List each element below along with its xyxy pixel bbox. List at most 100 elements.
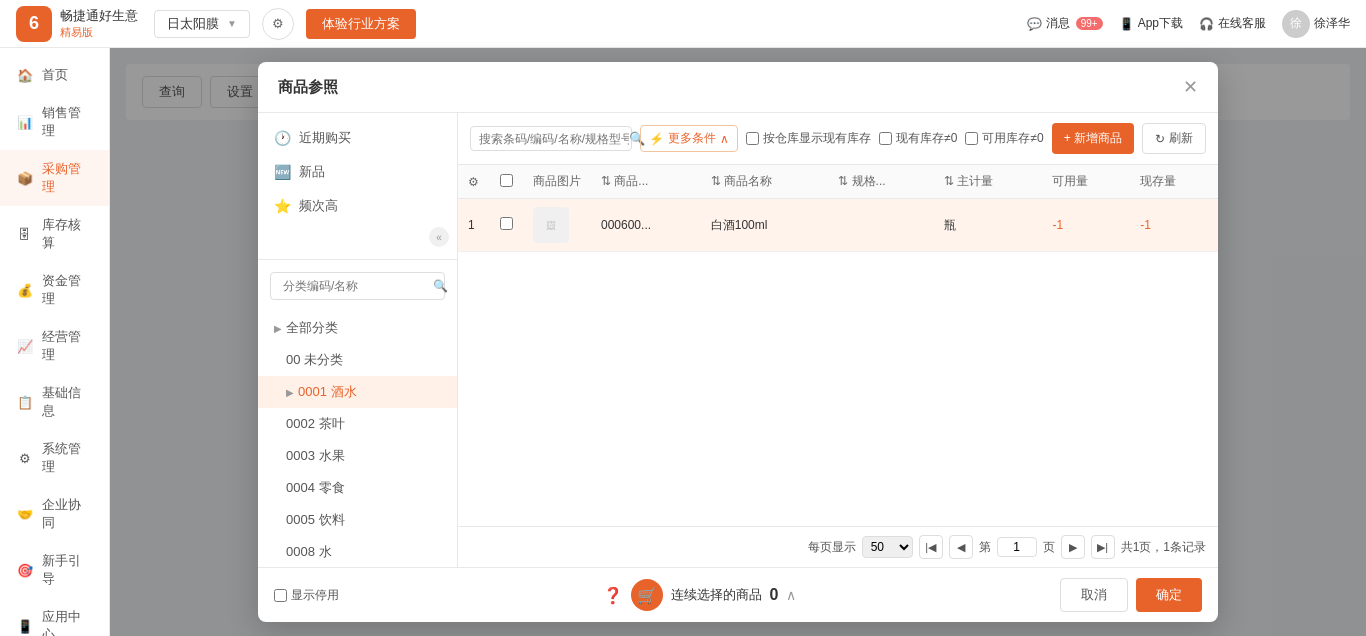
first-page-button[interactable]: |◀ — [919, 535, 943, 559]
new-items-item[interactable]: 🆕 新品 — [258, 155, 457, 189]
trial-button[interactable]: 体验行业方案 — [306, 9, 416, 39]
category-0005[interactable]: 0005 饮料 — [258, 504, 457, 536]
sidebar-item-basic-info[interactable]: 📋 基础信息 — [0, 374, 109, 430]
operations-icon: 📈 — [16, 337, 34, 355]
settings-icon[interactable]: ⚙ — [262, 8, 294, 40]
sidebar-item-purchase[interactable]: 📦 采购管理 — [0, 150, 109, 206]
refresh-button[interactable]: ↻ 刷新 — [1142, 123, 1206, 154]
filter-button[interactable]: ⚡ 更多条件 ∧ — [640, 125, 738, 152]
checkbox-stock-nonzero-input[interactable] — [879, 132, 892, 145]
table-header-row: ⚙ 商品图片 ⇅ 商品... — [458, 165, 1218, 199]
cart-count: 0 — [770, 586, 779, 604]
messages-btn[interactable]: 💬 消息 99+ — [1027, 15, 1103, 32]
footer-buttons: 取消 确定 — [1060, 578, 1202, 612]
collapse-button[interactable]: « — [429, 227, 449, 247]
sidebar-item-home[interactable]: 🏠 首页 — [0, 56, 109, 94]
sidebar-item-sales[interactable]: 📊 销售管理 — [0, 94, 109, 150]
sidebar-item-enterprise[interactable]: 🤝 企业协同 — [0, 486, 109, 542]
modal-right-panel: 🔍 ⚡ 更多条件 ∧ 按仓库显示现有库存 — [458, 113, 1218, 567]
checkbox-by-warehouse[interactable]: 按仓库显示现有库存 — [746, 130, 871, 147]
basic-info-icon: 📋 — [16, 393, 34, 411]
modal-toolbar: 🔍 ⚡ 更多条件 ∧ 按仓库显示现有库存 — [458, 113, 1218, 165]
category-search-input[interactable] — [283, 279, 433, 293]
messages-badge: 99+ — [1076, 17, 1103, 30]
sidebar-item-operations[interactable]: 📈 经营管理 — [0, 318, 109, 374]
nav-selector[interactable]: 日太阳膜 ▼ — [154, 10, 250, 38]
category-0004[interactable]: 0004 零食 — [258, 472, 457, 504]
show-disabled-input[interactable] — [274, 589, 287, 602]
category-0001[interactable]: ▶ 0001 酒水 — [258, 376, 457, 408]
per-page-select[interactable]: 50 10 20 100 — [862, 536, 913, 558]
row-name: 白酒100ml — [701, 199, 828, 252]
checkbox-available-nonzero[interactable]: 可用库存≠0 — [965, 130, 1043, 147]
total-info: 共1页，1条记录 — [1121, 539, 1206, 556]
checkbox-available-nonzero-input[interactable] — [965, 132, 978, 145]
sidebar-item-guide[interactable]: 🎯 新手引导 — [0, 542, 109, 598]
select-all-checkbox[interactable] — [500, 174, 513, 187]
category-0003[interactable]: 0003 水果 — [258, 440, 457, 472]
table-col-checkbox — [490, 165, 523, 199]
help-icon[interactable]: ❓ — [603, 586, 623, 605]
page-number-input[interactable] — [997, 537, 1037, 557]
product-search-input[interactable] — [479, 132, 629, 146]
category-00[interactable]: 00 未分类 — [258, 344, 457, 376]
recent-buy-item[interactable]: 🕐 近期购买 — [258, 121, 457, 155]
checkbox-stock-nonzero[interactable]: 现有库存≠0 — [879, 130, 957, 147]
add-product-button[interactable]: + 新增商品 — [1052, 123, 1134, 154]
cart-collapse-icon[interactable]: ∧ — [786, 587, 796, 603]
app-download-btn[interactable]: 📱 App下载 — [1119, 15, 1183, 32]
new-items-icon: 🆕 — [274, 164, 291, 180]
show-disabled-checkbox[interactable]: 显示停用 — [274, 587, 339, 604]
table-col-stock[interactable]: 现存量 — [1130, 165, 1218, 199]
category-0008[interactable]: 0008 水 — [258, 536, 457, 559]
online-service-btn[interactable]: 🎧 在线客服 — [1199, 15, 1266, 32]
sidebar-item-finance[interactable]: 💰 资金管理 — [0, 262, 109, 318]
row-checkbox[interactable] — [490, 199, 523, 252]
user-profile[interactable]: 徐 徐泽华 — [1282, 10, 1350, 38]
modal-footer: 显示停用 ❓ 🛒 连续选择的商品 0 ∧ 取消 确定 — [258, 567, 1218, 622]
sort-icon: ⇅ — [601, 174, 611, 188]
row-code: 000600... — [591, 199, 701, 252]
sort-icon-2: ⇅ — [711, 174, 721, 188]
inventory-icon: 🗄 — [16, 225, 34, 243]
recent-buy-icon: 🕐 — [274, 130, 291, 146]
category-search-bar[interactable]: 🔍 — [270, 272, 445, 300]
frequent-item[interactable]: ⭐ 频次高 — [258, 189, 457, 223]
cancel-button[interactable]: 取消 — [1060, 578, 1128, 612]
table-row[interactable]: 1 🖼 000600... 白酒100ml — [458, 199, 1218, 252]
table-col-settings[interactable]: ⚙ — [458, 165, 490, 199]
modal: 商品参照 ✕ 🕐 近期购买 🆕 新品 — [258, 62, 1218, 622]
page-label: 第 — [979, 539, 991, 556]
table-col-unit[interactable]: ⇅ 主计量 — [934, 165, 1043, 199]
modal-title: 商品参照 — [278, 78, 338, 97]
table-col-code[interactable]: ⇅ 商品... — [591, 165, 701, 199]
cart-area: ❓ 🛒 连续选择的商品 0 ∧ — [603, 579, 797, 611]
confirm-button[interactable]: 确定 — [1136, 578, 1202, 612]
last-page-button[interactable]: ▶| — [1091, 535, 1115, 559]
home-icon: 🏠 — [16, 66, 34, 84]
checkbox-by-warehouse-input[interactable] — [746, 132, 759, 145]
product-image: 🖼 — [533, 207, 569, 243]
prev-page-button[interactable]: ◀ — [949, 535, 973, 559]
headset-icon: 🎧 — [1199, 17, 1214, 31]
row-select-checkbox[interactable] — [500, 217, 513, 230]
category-0002[interactable]: 0002 茶叶 — [258, 408, 457, 440]
all-categories-item[interactable]: ▶ 全部分类 — [258, 312, 457, 344]
sidebar: 🏠 首页 📊 销售管理 📦 采购管理 🗄 库存核算 💰 资金管理 📈 经营管理 … — [0, 48, 110, 636]
product-search-bar[interactable]: 🔍 — [470, 126, 632, 151]
frequent-icon: ⭐ — [274, 198, 291, 214]
phone-icon: 📱 — [1119, 17, 1134, 31]
next-page-button[interactable]: ▶ — [1061, 535, 1085, 559]
sidebar-item-system[interactable]: ⚙ 系统管理 — [0, 430, 109, 486]
main-layout: 🏠 首页 📊 销售管理 📦 采购管理 🗄 库存核算 💰 资金管理 📈 经营管理 … — [0, 48, 1366, 636]
table-col-spec[interactable]: ⇅ 规格... — [828, 165, 934, 199]
table-col-name[interactable]: ⇅ 商品名称 — [701, 165, 828, 199]
sidebar-item-apps[interactable]: 📱 应用中心 — [0, 598, 109, 636]
table-col-available[interactable]: 可用量 — [1042, 165, 1130, 199]
sidebar-item-inventory[interactable]: 🗄 库存核算 — [0, 206, 109, 262]
nav-selector-arrow-icon: ▼ — [227, 18, 237, 29]
cart-icon[interactable]: 🛒 — [631, 579, 663, 611]
row-spec — [828, 199, 934, 252]
modal-body: 🕐 近期购买 🆕 新品 ⭐ 频次高 « — [258, 113, 1218, 567]
modal-close-button[interactable]: ✕ — [1183, 76, 1198, 98]
